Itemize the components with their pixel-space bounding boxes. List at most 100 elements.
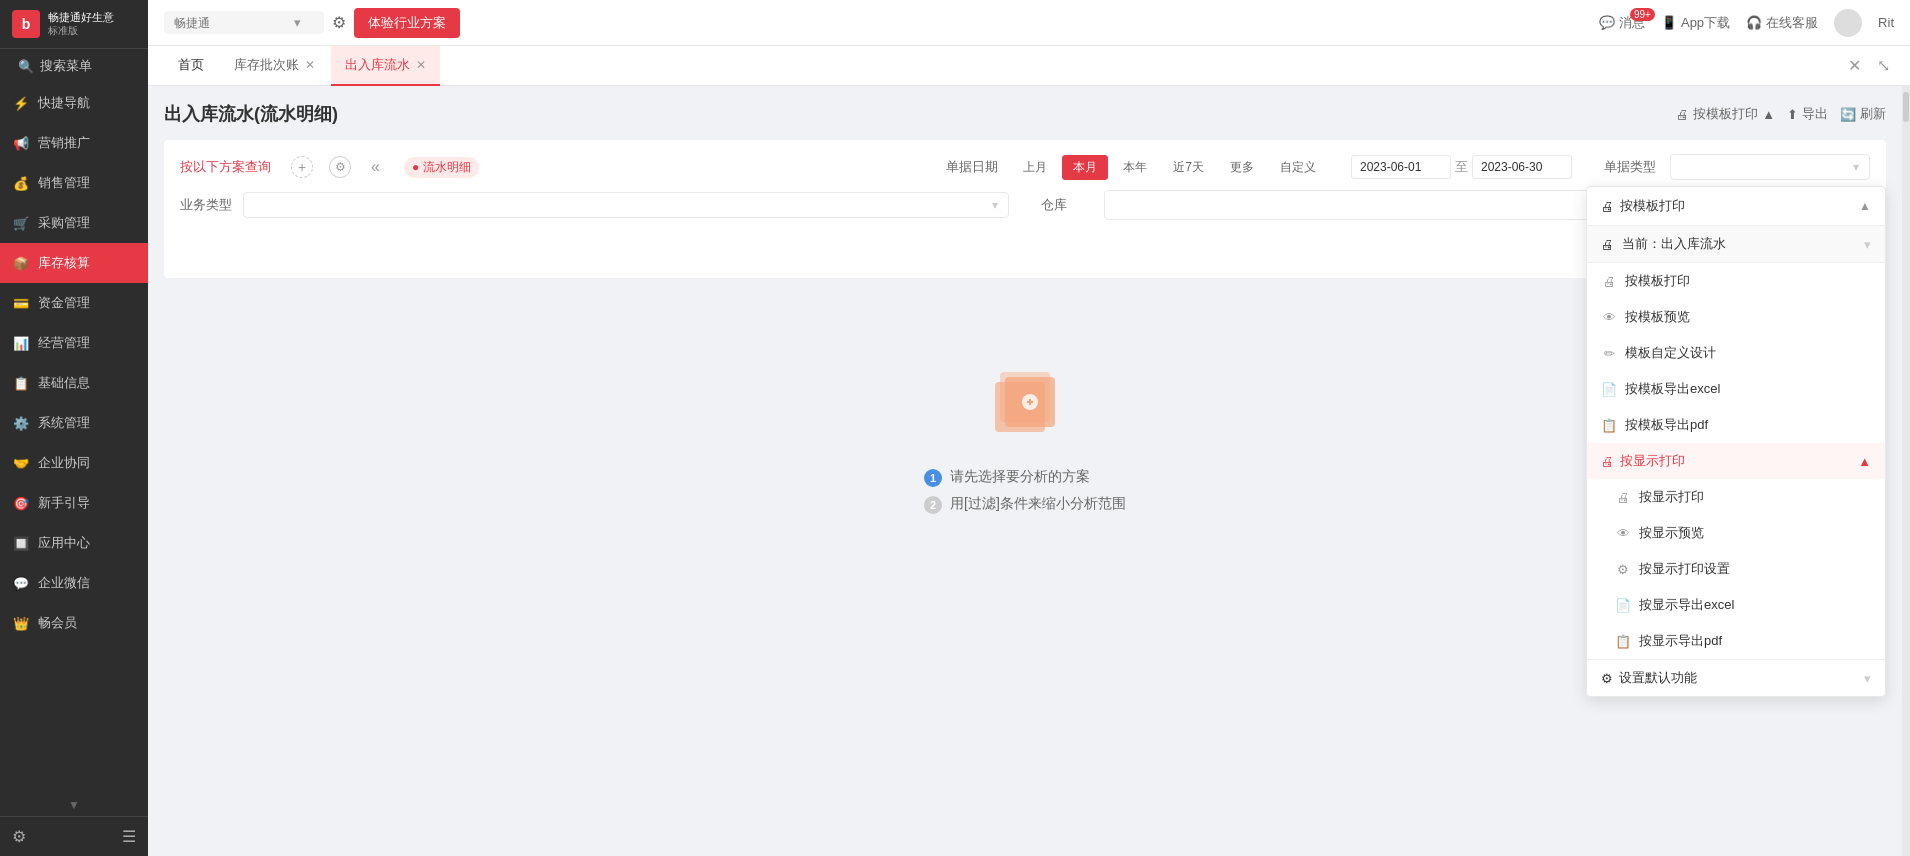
topbar-app-download[interactable]: 📱 App下载 bbox=[1661, 14, 1730, 32]
sidebar-item-basic[interactable]: 📋 基础信息 bbox=[0, 363, 148, 403]
dropdown-display-excel[interactable]: 📄 按显示导出excel bbox=[1587, 587, 1885, 623]
date-tag-custom[interactable]: 自定义 bbox=[1269, 155, 1327, 180]
dropdown-template-preview[interactable]: 👁 按模板预览 bbox=[1587, 299, 1885, 335]
date-tag-more[interactable]: 更多 bbox=[1219, 155, 1265, 180]
scrollbar-thumb bbox=[1903, 92, 1909, 122]
dropdown-footer-left: ⚙ 设置默认功能 bbox=[1601, 669, 1697, 687]
type-select-arrow: ▾ bbox=[1853, 160, 1859, 174]
print-template-button[interactable]: 🖨 按模板打印 ▲ bbox=[1676, 105, 1775, 123]
avatar[interactable] bbox=[1834, 9, 1862, 37]
sidebar-item-label: 新手引导 bbox=[38, 494, 90, 512]
dropdown-collapse-arrow[interactable]: ▲ bbox=[1859, 199, 1871, 213]
display-pdf-label: 按显示导出pdf bbox=[1639, 632, 1857, 650]
sidebar-item-finance[interactable]: 💳 资金管理 bbox=[0, 283, 148, 323]
filter-tag-text: 流水明细 bbox=[423, 159, 471, 176]
filter-setting-button[interactable]: ⚙ bbox=[329, 156, 351, 178]
current-item-arrow: ▾ bbox=[1864, 237, 1871, 252]
template-preview-label: 按模板预览 bbox=[1625, 308, 1871, 326]
sidebar-item-inventory[interactable]: 📦 库存核算 bbox=[0, 243, 148, 283]
menu-toggle-icon[interactable]: ☰ bbox=[122, 827, 136, 846]
topbar-gear-icon[interactable]: ⚙ bbox=[332, 13, 346, 32]
template-pdf-icon: 📋 bbox=[1601, 417, 1617, 433]
sidebar-item-member[interactable]: 👑 畅会员 bbox=[0, 603, 148, 643]
filter-add-button[interactable]: + bbox=[291, 156, 313, 178]
sidebar-item-system[interactable]: ⚙️ 系统管理 bbox=[0, 403, 148, 443]
sidebar-item-apps[interactable]: 🔲 应用中心 bbox=[0, 523, 148, 563]
sidebar-item-marketing[interactable]: 📢 营销推广 bbox=[0, 123, 148, 163]
tab-maximize-button[interactable]: ⤡ bbox=[1873, 56, 1894, 75]
dropdown-display-pdf[interactable]: 📋 按显示导出pdf bbox=[1587, 623, 1885, 659]
sidebar-item-wechat[interactable]: 💬 企业微信 bbox=[0, 563, 148, 603]
sidebar-item-sales[interactable]: 💰 销售管理 bbox=[0, 163, 148, 203]
printer-icon: 🖨 bbox=[1676, 107, 1689, 122]
sidebar-item-cooperation[interactable]: 🤝 企业协同 bbox=[0, 443, 148, 483]
topbar-dropdown-arrow[interactable]: ▾ bbox=[294, 15, 301, 30]
filter-business-type: 业务类型 ▾ bbox=[180, 192, 1009, 218]
sidebar-item-label: 畅会员 bbox=[38, 614, 77, 632]
date-tag-last-month[interactable]: 上月 bbox=[1012, 155, 1058, 180]
dropdown-current-item[interactable]: 🖨 当前：出入库流水 ▾ bbox=[1587, 226, 1885, 263]
topbar-online-service[interactable]: 🎧 在线客服 bbox=[1746, 14, 1818, 32]
step-text-2: 用[过滤]条件来缩小分析范围 bbox=[950, 495, 1126, 513]
sidebar-item-guide[interactable]: 🎯 新手引导 bbox=[0, 483, 148, 523]
sidebar-item-label: 资金管理 bbox=[38, 294, 90, 312]
type-select[interactable]: ▾ bbox=[1670, 154, 1870, 180]
template-preview-icon: 👁 bbox=[1601, 309, 1617, 325]
topbar-messages[interactable]: 💬 消息 99+ bbox=[1599, 14, 1645, 32]
dropdown-template-pdf[interactable]: 📋 按模板导出pdf bbox=[1587, 407, 1885, 443]
sidebar-item-purchase[interactable]: 🛒 采购管理 bbox=[0, 203, 148, 243]
dropdown-template-excel[interactable]: 📄 按模板导出excel bbox=[1587, 371, 1885, 407]
export-button[interactable]: ⬆ 导出 bbox=[1787, 105, 1828, 123]
refresh-button[interactable]: 🔄 刷新 bbox=[1840, 105, 1886, 123]
footer-arrow: ▾ bbox=[1864, 671, 1871, 686]
sidebar-item-business[interactable]: 📊 经营管理 bbox=[0, 323, 148, 363]
filter-type-section: 单据类型 ▾ bbox=[1604, 154, 1870, 180]
sidebar-scroll-down[interactable]: ▼ bbox=[0, 794, 148, 816]
display-section-arrow: ▲ bbox=[1858, 454, 1871, 469]
search-icon: 🔍 bbox=[18, 59, 34, 74]
print-template-arrow: ▲ bbox=[1762, 107, 1775, 122]
dropdown-display-preview[interactable]: 👁 按显示预览 bbox=[1587, 515, 1885, 551]
tab-home[interactable]: 首页 bbox=[164, 46, 218, 86]
tab-batch-close[interactable]: ✕ bbox=[305, 58, 315, 72]
tab-flow-label: 出入库流水 bbox=[345, 56, 410, 74]
dropdown-display-settings[interactable]: ⚙ 按显示打印设置 bbox=[1587, 551, 1885, 587]
date-tag-this-month[interactable]: 本月 bbox=[1062, 155, 1108, 180]
template-custom-label: 模板自定义设计 bbox=[1625, 344, 1871, 362]
industry-solution-button[interactable]: 体验行业方案 bbox=[354, 8, 460, 38]
dropdown-display-section-header[interactable]: 🖨 按显示打印 ▲ bbox=[1587, 443, 1885, 479]
page-scrollbar[interactable] bbox=[1902, 86, 1910, 856]
tab-flow[interactable]: 出入库流水 ✕ bbox=[331, 46, 440, 86]
filter-tag-label: ● 流水明细 bbox=[404, 157, 479, 178]
empty-step-1: 1 请先选择要分析的方案 bbox=[924, 468, 1126, 487]
date-end-input[interactable] bbox=[1472, 155, 1572, 179]
topbar-search-input[interactable] bbox=[174, 16, 294, 30]
dropdown-footer[interactable]: ⚙ 设置默认功能 ▾ bbox=[1587, 659, 1885, 696]
date-tag-7days[interactable]: 近7天 bbox=[1162, 155, 1215, 180]
sidebar-search[interactable]: 🔍 搜索菜单 bbox=[0, 49, 148, 83]
current-item-icon: 🖨 bbox=[1601, 237, 1614, 252]
template-print-label: 按模板打印 bbox=[1625, 272, 1871, 290]
tab-close-all-button[interactable]: ✕ bbox=[1844, 56, 1865, 75]
filter-collapse-icon[interactable]: « bbox=[371, 158, 380, 176]
tab-batch[interactable]: 库存批次账 ✕ bbox=[220, 46, 329, 86]
date-start-input[interactable] bbox=[1351, 155, 1451, 179]
settings-footer-icon[interactable]: ⚙ bbox=[12, 827, 26, 846]
logo-area: b 畅捷通好生意 标准版 bbox=[0, 0, 148, 49]
quick-nav-icon: ⚡ bbox=[12, 94, 30, 112]
sidebar-item-quick-nav[interactable]: ⚡ 快捷导航 bbox=[0, 83, 148, 123]
purchase-icon: 🛒 bbox=[12, 214, 30, 232]
dropdown-template-print[interactable]: 🖨 按模板打印 bbox=[1587, 263, 1885, 299]
business-type-select[interactable]: ▾ bbox=[243, 192, 1009, 218]
filter-tag-icon: ● bbox=[412, 160, 419, 174]
business-type-label: 业务类型 bbox=[180, 196, 235, 214]
tab-flow-close[interactable]: ✕ bbox=[416, 58, 426, 72]
empty-icon bbox=[975, 352, 1075, 452]
date-tag-this-year[interactable]: 本年 bbox=[1112, 155, 1158, 180]
dropdown-display-print[interactable]: 🖨 按显示打印 bbox=[1587, 479, 1885, 515]
step-num-1: 1 bbox=[924, 469, 942, 487]
dropdown-template-custom[interactable]: ✏ 模板自定义设计 bbox=[1587, 335, 1885, 371]
filter-date-section: 单据日期 上月 本月 本年 近7天 更多 自定义 bbox=[946, 155, 1327, 180]
app-edition: 标准版 bbox=[48, 24, 114, 38]
date-tag-group: 上月 本月 本年 近7天 更多 自定义 bbox=[1012, 155, 1327, 180]
